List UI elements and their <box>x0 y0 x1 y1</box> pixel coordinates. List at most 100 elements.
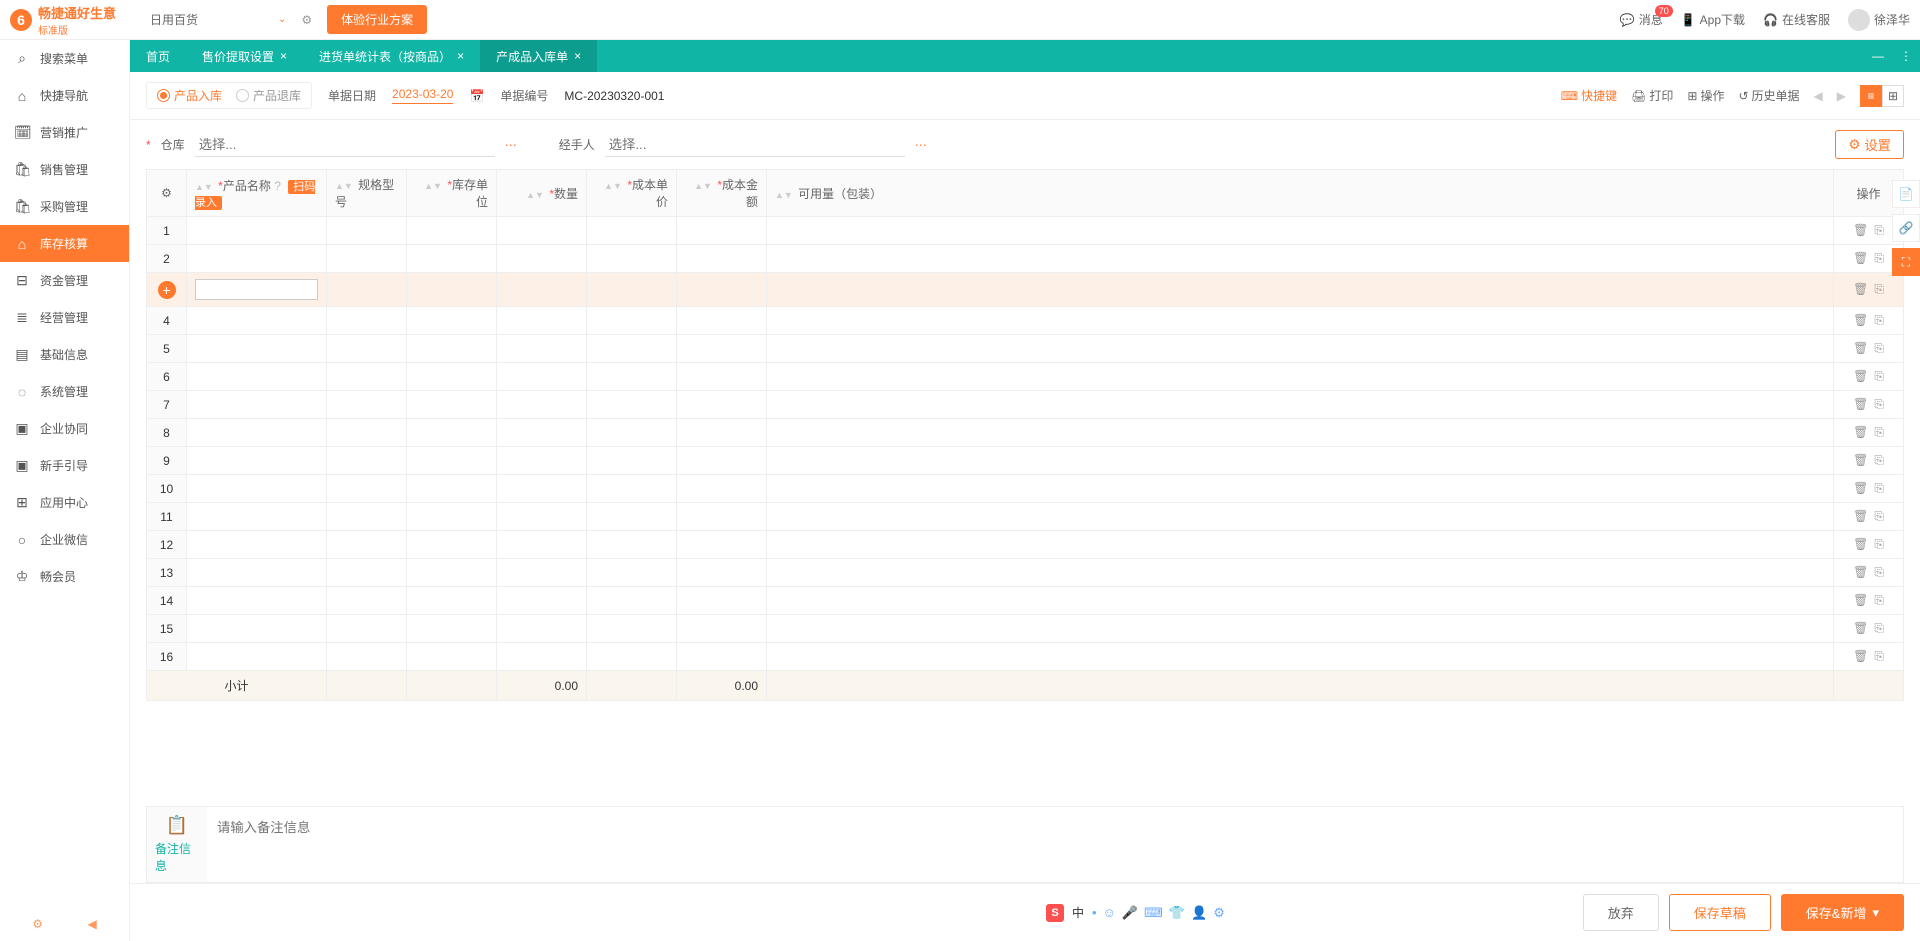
ime-icon[interactable]: ☺ <box>1103 905 1116 921</box>
cell-price[interactable] <box>587 391 677 419</box>
table-row[interactable]: 11🗑⎘ <box>147 503 1904 531</box>
cell-price[interactable] <box>587 503 677 531</box>
app-download-link[interactable]: 📱 App下载 <box>1681 11 1745 28</box>
cell-spec[interactable] <box>327 447 407 475</box>
delete-icon[interactable]: 🗑 <box>1853 537 1868 551</box>
sidebar-item-0[interactable]: ⌕搜索菜单 <box>0 40 129 77</box>
cell-available[interactable] <box>767 643 1834 671</box>
support-link[interactable]: 🎧 在线客服 <box>1763 11 1830 28</box>
delete-icon[interactable]: 🗑 <box>1853 453 1868 467</box>
table-row[interactable]: 13🗑⎘ <box>147 559 1904 587</box>
rail-link-icon[interactable]: 🔗 <box>1892 214 1920 242</box>
cell-unit[interactable] <box>407 273 497 307</box>
date-value[interactable]: 2023-03-20 <box>392 87 453 104</box>
radio-stock-out[interactable]: 产品退库 <box>236 87 301 104</box>
cell-qty[interactable] <box>497 245 587 273</box>
cell-product[interactable] <box>187 587 327 615</box>
sidebar-item-4[interactable]: 🛍采购管理 <box>0 188 129 225</box>
cell-qty[interactable] <box>497 307 587 335</box>
col-spec[interactable]: ▲▼ 规格型号 <box>327 170 407 217</box>
cell-spec[interactable] <box>327 363 407 391</box>
table-row[interactable]: 7🗑⎘ <box>147 391 1904 419</box>
tab-menu-button[interactable]: ⋮ <box>1892 40 1920 72</box>
cell-available[interactable] <box>767 503 1834 531</box>
setting-button[interactable]: ⚙ 设置 <box>1835 130 1904 159</box>
cell-qty[interactable] <box>497 419 587 447</box>
table-row[interactable]: 8🗑⎘ <box>147 419 1904 447</box>
more-icon[interactable]: ⋯ <box>505 138 519 152</box>
cell-product[interactable] <box>187 419 327 447</box>
copy-icon[interactable]: ⎘ <box>1874 397 1884 411</box>
cell-unit[interactable] <box>407 643 497 671</box>
cell-available[interactable] <box>767 307 1834 335</box>
cell-price[interactable] <box>587 587 677 615</box>
cell-unit[interactable] <box>407 559 497 587</box>
cell-amount[interactable] <box>677 217 767 245</box>
logo[interactable]: 6 畅捷通好生意 标准版 <box>10 3 130 37</box>
add-row-button[interactable]: + <box>158 281 176 299</box>
operate-link[interactable]: ⊞ 操作 <box>1687 87 1724 104</box>
cell-amount[interactable] <box>677 475 767 503</box>
cell-amount[interactable] <box>677 643 767 671</box>
cell-spec[interactable] <box>327 475 407 503</box>
table-row[interactable]: 12🗑⎘ <box>147 531 1904 559</box>
cell-product[interactable] <box>187 615 327 643</box>
cell-unit[interactable] <box>407 307 497 335</box>
table-row[interactable]: 15🗑⎘ <box>147 615 1904 643</box>
cell-price[interactable] <box>587 419 677 447</box>
cell-spec[interactable] <box>327 559 407 587</box>
delete-icon[interactable]: 🗑 <box>1853 621 1868 635</box>
copy-icon[interactable]: ⎘ <box>1874 565 1884 579</box>
cell-amount[interactable] <box>677 615 767 643</box>
copy-icon[interactable]: ⎘ <box>1874 453 1884 467</box>
sidebar-item-14[interactable]: ♔畅会员 <box>0 558 129 595</box>
copy-icon[interactable]: ⎘ <box>1874 369 1884 383</box>
cell-qty[interactable] <box>497 643 587 671</box>
cell-spec[interactable] <box>327 587 407 615</box>
delete-icon[interactable]: 🗑 <box>1853 565 1868 579</box>
cell-price[interactable] <box>587 615 677 643</box>
warehouse-input[interactable] <box>195 133 495 157</box>
sidebar-item-1[interactable]: ⌂快捷导航 <box>0 77 129 114</box>
cell-product[interactable] <box>187 217 327 245</box>
sidebar-item-7[interactable]: ≣经营管理 <box>0 299 129 336</box>
cell-amount[interactable] <box>677 307 767 335</box>
cell-unit[interactable] <box>407 217 497 245</box>
cell-qty[interactable] <box>497 391 587 419</box>
cell-price[interactable] <box>587 307 677 335</box>
cell-unit[interactable] <box>407 363 497 391</box>
cell-qty[interactable] <box>497 273 587 307</box>
cell-unit[interactable] <box>407 419 497 447</box>
cell-product[interactable] <box>187 531 327 559</box>
col-settings[interactable]: ⚙ <box>147 170 187 217</box>
cell-unit[interactable] <box>407 245 497 273</box>
sidebar-gear-icon[interactable]: ⚙ <box>32 917 43 931</box>
cell-spec[interactable] <box>327 335 407 363</box>
table-row[interactable]: 6🗑⎘ <box>147 363 1904 391</box>
delete-icon[interactable]: 🗑 <box>1853 251 1868 265</box>
sidebar-item-11[interactable]: ▣新手引导 <box>0 447 129 484</box>
delete-icon[interactable]: 🗑 <box>1853 509 1868 523</box>
cell-price[interactable] <box>587 531 677 559</box>
copy-icon[interactable]: ⎘ <box>1874 282 1884 296</box>
sidebar-item-13[interactable]: ○企业微信 <box>0 521 129 558</box>
cell-qty[interactable] <box>497 531 587 559</box>
ime-icon[interactable]: 🎤 <box>1122 905 1138 921</box>
cell-amount[interactable] <box>677 531 767 559</box>
cell-qty[interactable] <box>497 363 587 391</box>
table-row[interactable]: 16🗑⎘ <box>147 643 1904 671</box>
cell-available[interactable] <box>767 531 1834 559</box>
delete-icon[interactable]: 🗑 <box>1853 425 1868 439</box>
copy-icon[interactable]: ⎘ <box>1874 341 1884 355</box>
cell-unit[interactable] <box>407 503 497 531</box>
cell-spec[interactable] <box>327 245 407 273</box>
cell-product[interactable] <box>187 475 327 503</box>
cell-amount[interactable] <box>677 245 767 273</box>
cell-spec[interactable] <box>327 307 407 335</box>
cell-product[interactable] <box>187 335 327 363</box>
cell-amount[interactable] <box>677 587 767 615</box>
messages-link[interactable]: 💬 消息 70 <box>1620 11 1663 28</box>
cell-product[interactable] <box>187 503 327 531</box>
cell-amount[interactable] <box>677 503 767 531</box>
user-menu[interactable]: 徐泽华 <box>1848 9 1910 31</box>
